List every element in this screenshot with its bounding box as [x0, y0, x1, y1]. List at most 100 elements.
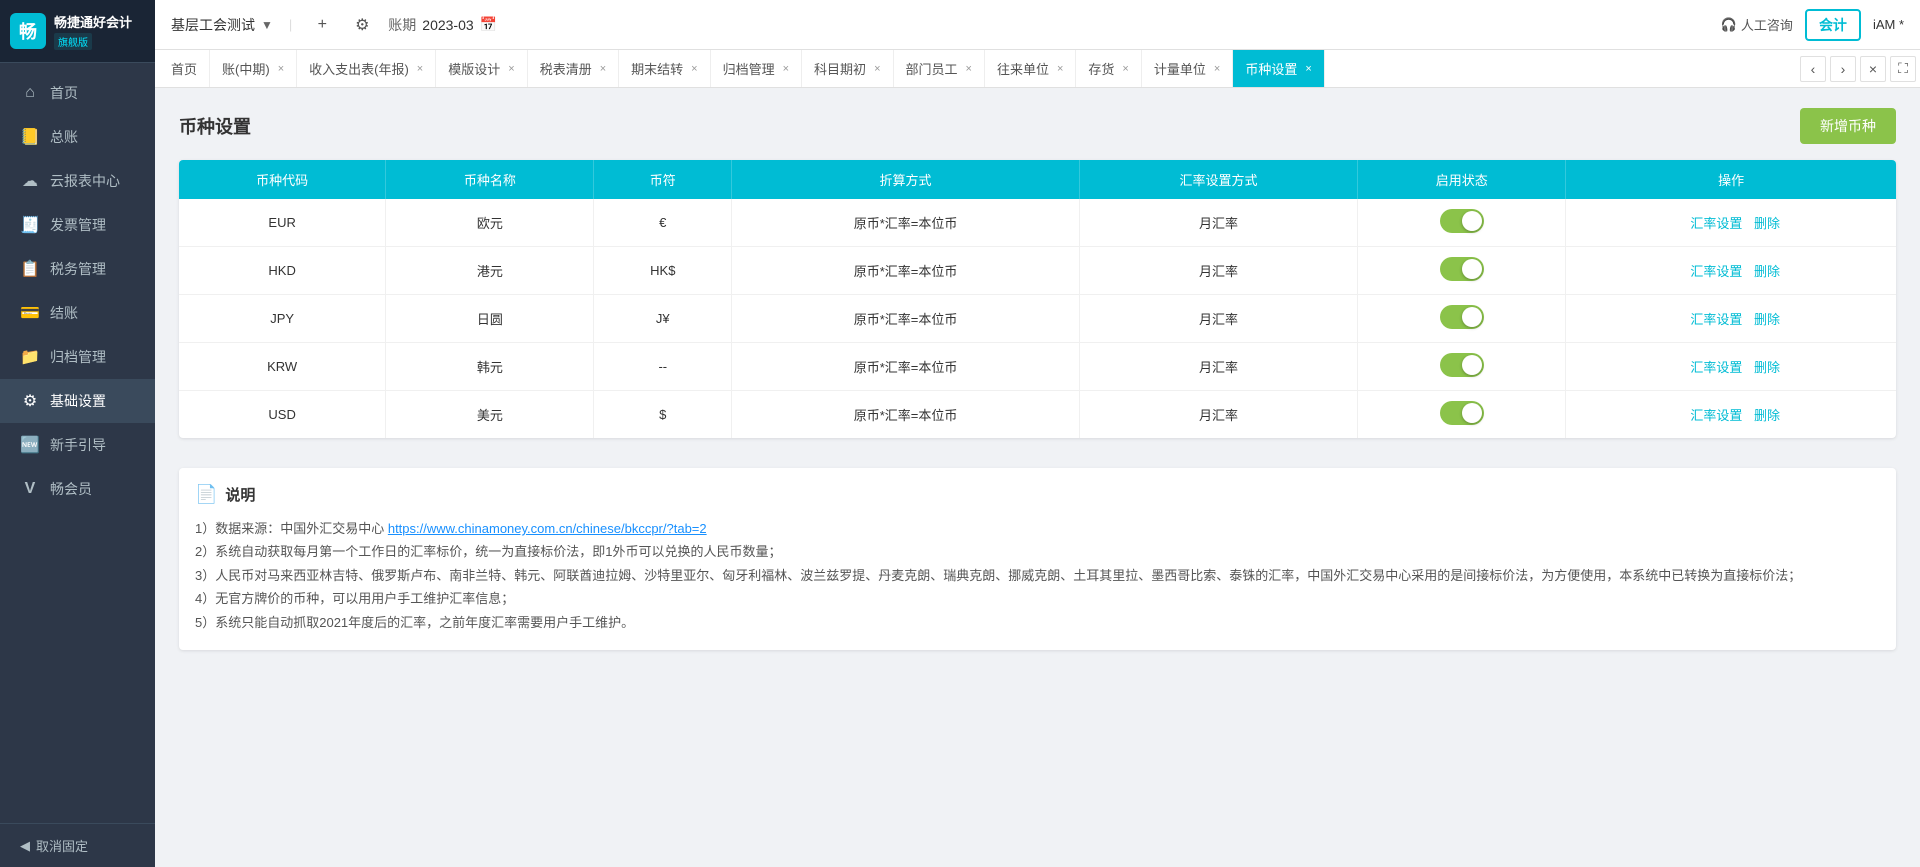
- enable-toggle[interactable]: [1440, 209, 1484, 233]
- tab-inventory[interactable]: 存货 ×: [1076, 50, 1141, 88]
- settings-icon: ⚙: [20, 391, 40, 411]
- page-content: 币种设置 新增币种 币种代码 币种名称 币符 折算方式 汇率设置方式 启用状态 …: [155, 88, 1920, 867]
- enable-toggle[interactable]: [1440, 257, 1484, 281]
- delete-link[interactable]: 删除: [1754, 264, 1780, 279]
- calendar-icon[interactable]: 📅: [480, 16, 497, 33]
- tab-close-icon[interactable]: ×: [1214, 63, 1220, 75]
- sidebar-item-label: 首页: [50, 83, 78, 103]
- tab-close-icon[interactable]: ×: [874, 63, 880, 75]
- tab-currency[interactable]: 币种设置 ×: [1233, 50, 1324, 88]
- delete-link[interactable]: 删除: [1754, 360, 1780, 375]
- tab-income[interactable]: 收入支出表(年报) ×: [297, 50, 436, 88]
- sidebar-item-checkout[interactable]: 💳 结账: [0, 291, 155, 335]
- sidebar-pin-toggle[interactable]: ◀ 取消固定: [0, 823, 155, 867]
- tab-subjects[interactable]: 科目期初 ×: [802, 50, 893, 88]
- tab-close-icon[interactable]: ×: [417, 63, 423, 75]
- toggle-thumb: [1462, 403, 1482, 423]
- tab-prev-button[interactable]: ‹: [1800, 56, 1826, 82]
- cell-symbol: J¥: [594, 295, 732, 343]
- sidebar-item-archive[interactable]: 📁 归档管理: [0, 335, 155, 379]
- tab-units[interactable]: 计量单位 ×: [1142, 50, 1233, 88]
- tab-label: 科目期初: [814, 59, 866, 78]
- sidebar-item-label: 发票管理: [50, 215, 106, 235]
- sidebar-item-reports[interactable]: ☁ 云报表中心: [0, 159, 155, 203]
- tab-period-end[interactable]: 期末结转 ×: [619, 50, 710, 88]
- tab-template[interactable]: 模版设计 ×: [436, 50, 527, 88]
- sidebar-item-guide[interactable]: 🆕 新手引导: [0, 423, 155, 467]
- sidebar-item-vip[interactable]: V 畅会员: [0, 467, 155, 511]
- tab-close-icon[interactable]: ×: [1305, 63, 1311, 75]
- col-actions: 操作: [1566, 160, 1896, 199]
- tab-taxclear[interactable]: 税表清册 ×: [528, 50, 619, 88]
- chinamoney-link[interactable]: https://www.chinamoney.com.cn/chinese/bk…: [388, 521, 707, 536]
- tab-label: 计量单位: [1154, 59, 1206, 78]
- help-button[interactable]: 🎧 人工咨询: [1721, 15, 1793, 34]
- sidebar-item-home[interactable]: ⌂ 首页: [0, 71, 155, 115]
- rate-setting-link[interactable]: 汇率设置: [1690, 408, 1742, 423]
- logo-text: 畅捷通好会计 旗舰版: [54, 12, 132, 50]
- cell-symbol: $: [594, 391, 732, 439]
- invoice-icon: 🧾: [20, 215, 40, 235]
- cell-code: EUR: [179, 199, 386, 247]
- notes-list: 1）数据来源：中国外汇交易中心 https://www.chinamoney.c…: [195, 517, 1880, 634]
- cell-code: HKD: [179, 247, 386, 295]
- tab-close-icon[interactable]: ×: [691, 63, 697, 75]
- tab-close-icon[interactable]: ×: [966, 63, 972, 75]
- enable-toggle[interactable]: [1440, 305, 1484, 329]
- col-conversion: 折算方式: [732, 160, 1080, 199]
- tab-close-icon[interactable]: ×: [508, 63, 514, 75]
- delete-link[interactable]: 删除: [1754, 408, 1780, 423]
- tab-label: 往来单位: [997, 59, 1049, 78]
- tab-close-icon[interactable]: ×: [1057, 63, 1063, 75]
- notes-section: 📄 说明 1）数据来源：中国外汇交易中心 https://www.chinamo…: [179, 468, 1896, 650]
- tab-customers[interactable]: 往来单位 ×: [985, 50, 1076, 88]
- cell-symbol: €: [594, 199, 732, 247]
- rate-setting-link[interactable]: 汇率设置: [1690, 264, 1742, 279]
- kuaiji-button[interactable]: 会计: [1805, 9, 1861, 41]
- tab-fullscreen-button[interactable]: ⛶: [1890, 56, 1916, 82]
- cell-name: 港元: [386, 247, 594, 295]
- rate-setting-link[interactable]: 汇率设置: [1690, 216, 1742, 231]
- cell-actions: 汇率设置 删除: [1566, 247, 1896, 295]
- topbar: 基层工会测试 ▼ | + ⚙ 账期 2023-03 📅 🎧 人工咨询 会计 iA…: [155, 0, 1920, 50]
- rate-setting-link[interactable]: 汇率设置: [1690, 360, 1742, 375]
- tab-label: 存货: [1088, 59, 1114, 78]
- cell-conversion: 原币*汇率=本位币: [732, 343, 1080, 391]
- pin-icon: ◀: [20, 838, 30, 854]
- settings-gear-button[interactable]: ⚙: [348, 11, 376, 39]
- sidebar: 畅 畅捷通好会计 旗舰版 ⌂ 首页 📒 总账 ☁ 云报表中心 🧾 发票管理 📋 …: [0, 0, 155, 867]
- rate-setting-link[interactable]: 汇率设置: [1690, 312, 1742, 327]
- delete-link[interactable]: 删除: [1754, 312, 1780, 327]
- company-selector[interactable]: 基层工会测试 ▼: [171, 15, 273, 35]
- tab-label: 模版设计: [448, 59, 500, 78]
- tab-label: 期末结转: [631, 59, 683, 78]
- sidebar-item-tax[interactable]: 📋 税务管理: [0, 247, 155, 291]
- cell-code: JPY: [179, 295, 386, 343]
- tab-close-icon[interactable]: ×: [600, 63, 606, 75]
- cell-conversion: 原币*汇率=本位币: [732, 295, 1080, 343]
- home-icon: ⌂: [20, 84, 40, 102]
- tab-period[interactable]: 账(中期) ×: [210, 50, 297, 88]
- table-row: USD美元$原币*汇率=本位币月汇率 汇率设置 删除: [179, 391, 1896, 439]
- tab-close-icon[interactable]: ×: [783, 63, 789, 75]
- tab-archive[interactable]: 归档管理 ×: [711, 50, 802, 88]
- enable-toggle[interactable]: [1440, 353, 1484, 377]
- enable-toggle[interactable]: [1440, 401, 1484, 425]
- delete-link[interactable]: 删除: [1754, 216, 1780, 231]
- sidebar-item-ledger[interactable]: 📒 总账: [0, 115, 155, 159]
- tab-dept[interactable]: 部门员工 ×: [894, 50, 985, 88]
- new-currency-button[interactable]: 新增币种: [1800, 108, 1896, 144]
- cell-rate-type: 月汇率: [1079, 247, 1357, 295]
- period-info: 账期 2023-03 📅: [388, 15, 497, 35]
- tab-label: 归档管理: [723, 59, 775, 78]
- sidebar-item-settings[interactable]: ⚙ 基础设置: [0, 379, 155, 423]
- tab-next-button[interactable]: ›: [1830, 56, 1856, 82]
- tab-close-icon[interactable]: ×: [1122, 63, 1128, 75]
- note-item-5: 5）系统只能自动抓取2021年度后的汇率，之前年度汇率需要用户手工维护。: [195, 611, 1880, 634]
- add-tab-button[interactable]: +: [308, 11, 336, 39]
- sidebar-item-invoice[interactable]: 🧾 发票管理: [0, 203, 155, 247]
- tab-close-button[interactable]: ×: [1860, 56, 1886, 82]
- tab-close-icon[interactable]: ×: [278, 63, 284, 75]
- tab-home[interactable]: 首页: [159, 50, 210, 88]
- cell-rate-type: 月汇率: [1079, 391, 1357, 439]
